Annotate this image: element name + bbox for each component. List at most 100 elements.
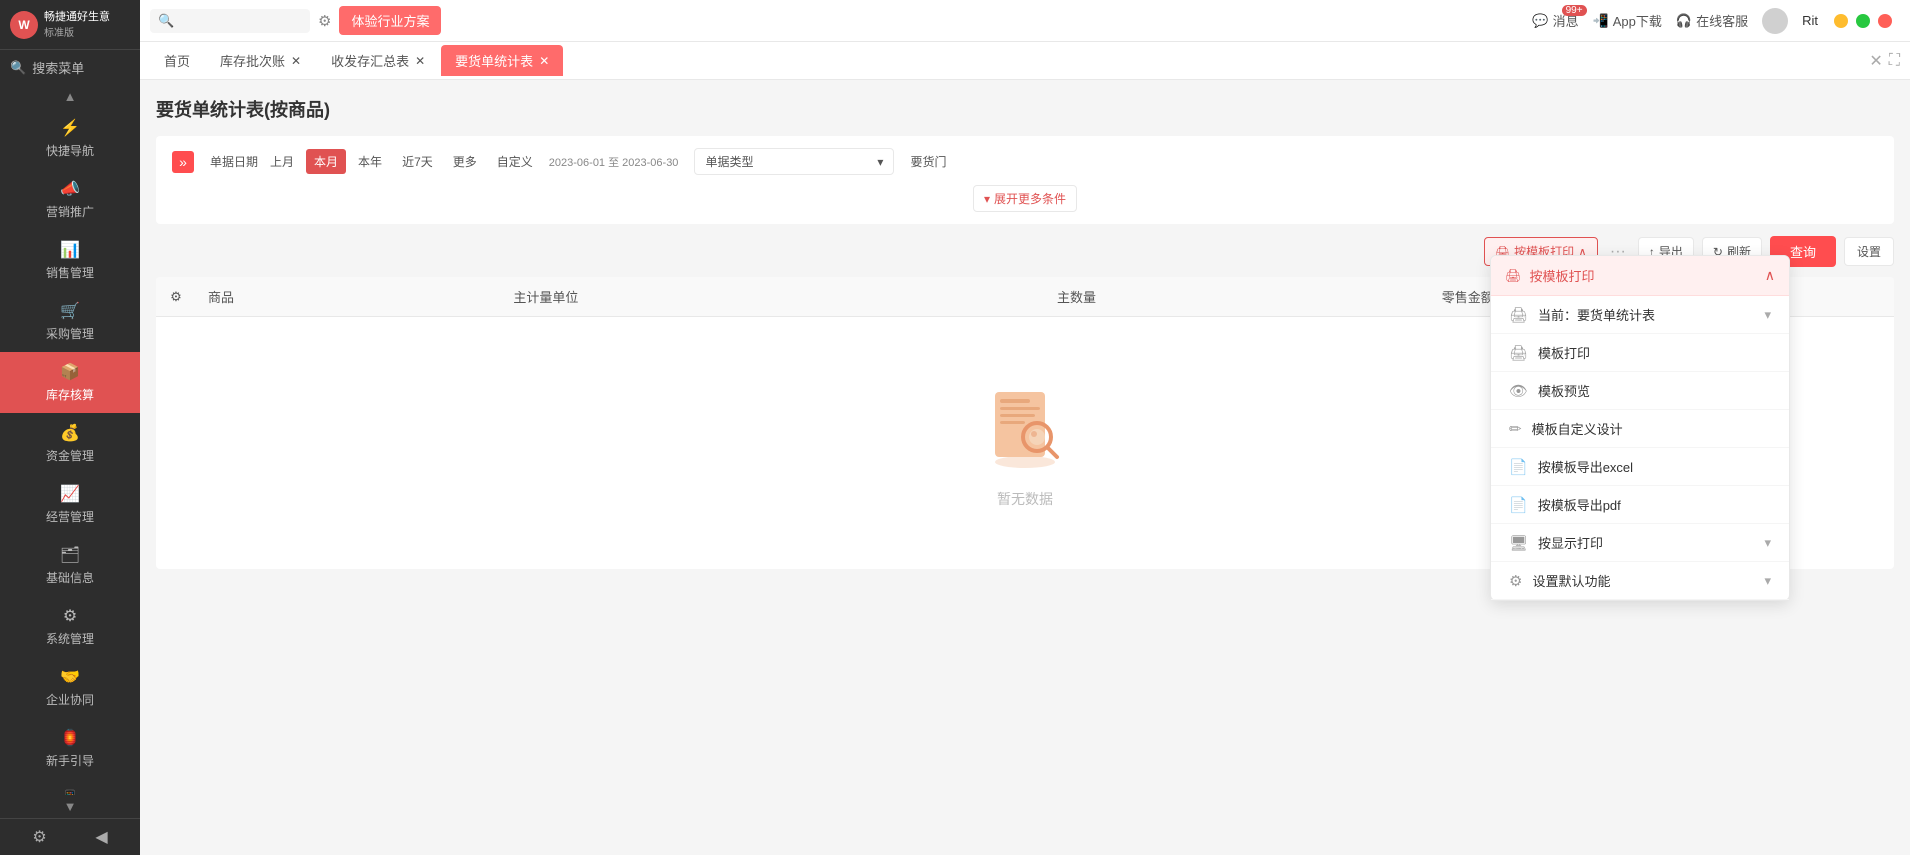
print-dropdown-item-template-design[interactable]: ✏ 模板自定义设计	[1491, 410, 1789, 448]
user-avatar[interactable]	[1762, 8, 1788, 34]
tab-label: 库存批次账	[220, 51, 285, 70]
print-dropdown-default-func[interactable]: ⚙ 设置默认功能 ▾	[1491, 562, 1789, 600]
maximize-btn[interactable]: □	[1856, 14, 1870, 28]
print-dropdown-header-right: ∧	[1765, 267, 1775, 284]
tab-close-icon[interactable]: ✕	[415, 54, 425, 68]
export-excel-label: 按模板导出excel	[1538, 457, 1633, 476]
sidebar-item-inventory[interactable]: 📦 库存核算	[0, 352, 140, 413]
close-btn[interactable]: ✕	[1878, 14, 1892, 28]
topbar-gear-icon[interactable]: ⚙	[318, 12, 331, 30]
sales-icon: 📊	[60, 240, 80, 260]
settings-footer-icon[interactable]: ⚙	[32, 827, 46, 847]
sidebar-item-apps[interactable]: 📱 应用中心	[0, 779, 140, 795]
print-dropdown-current[interactable]: 🖨 当前：要货单统计表 ▾	[1491, 296, 1789, 334]
sidebar-item-enterprise[interactable]: 🤝 企业协同	[0, 657, 140, 718]
sidebar-item-sales[interactable]: 📊 销售管理	[0, 230, 140, 291]
sidebar-item-purchase[interactable]: 🛒 采购管理	[0, 291, 140, 352]
doc-type-arrow: ▾	[877, 155, 883, 169]
sidebar-item-quick-nav[interactable]: ⚡ 快捷导航	[0, 108, 140, 169]
sidebar-item-finance[interactable]: 💰 资金管理	[0, 413, 140, 474]
minimize-btn[interactable]: —	[1834, 14, 1848, 28]
sidebar-scroll-up[interactable]: ▲	[0, 85, 140, 108]
date-btn-7days[interactable]: 近7天	[394, 149, 441, 174]
sidebar-item-label: 采购管理	[46, 325, 94, 342]
sidebar-nav: ⚡ 快捷导航 📣 营销推广 📊 销售管理 🛒 采购管理 📦 库存核算 💰 资金管…	[0, 108, 140, 795]
service-icon: 🎧	[1676, 13, 1692, 29]
print-dropdown-item-template-preview[interactable]: 👁 模板预览	[1491, 372, 1789, 410]
app-download-action[interactable]: 📲 App下载	[1593, 11, 1662, 30]
search-label: 搜索菜单	[32, 58, 84, 77]
app-download-icon: 📲	[1593, 13, 1609, 29]
operations-icon: 📈	[60, 484, 80, 504]
col-qty: 主数量	[1045, 277, 1430, 317]
message-icon: 💬	[1532, 13, 1548, 29]
search-input[interactable]	[178, 14, 278, 28]
tab-inventory-batch[interactable]: 库存批次账 ✕	[206, 45, 315, 76]
print-dropdown-item-template-print[interactable]: 🖨 模板打印	[1491, 334, 1789, 372]
print-dropdown-item-export-excel[interactable]: 📄 按模板导出excel	[1491, 448, 1789, 486]
display-print-arrow: ▾	[1764, 535, 1771, 551]
doc-type-filter[interactable]: 单据类型 ▾	[694, 148, 894, 175]
col-product-label: 商品	[208, 290, 234, 305]
expand-more-conditions-btn[interactable]: ▾ 展开更多条件	[973, 185, 1077, 212]
sidebar-item-guide[interactable]: 🏮 新手引导	[0, 718, 140, 779]
date-btn-current-year[interactable]: 本年	[350, 149, 390, 174]
marketing-icon: 📣	[60, 179, 80, 199]
sidebar-item-label: 销售管理	[46, 264, 94, 281]
message-action[interactable]: 💬 消息 99+	[1532, 11, 1578, 30]
sidebar-item-operations[interactable]: 📈 经营管理	[0, 474, 140, 535]
sidebar-item-marketing[interactable]: 📣 营销推广	[0, 169, 140, 230]
topbar: 🔍 ⚙ 体验行业方案 💬 消息 99+ 📲 App下载 🎧 在线客服 Rit	[140, 0, 1910, 42]
topbar-search-box[interactable]: 🔍	[150, 9, 310, 33]
gear-icon[interactable]: ⚙	[170, 289, 182, 304]
app-badge: 标准版	[44, 24, 110, 39]
sidebar-item-system[interactable]: ⚙ 系统管理	[0, 596, 140, 657]
tab-order-stats[interactable]: 要货单统计表 ✕	[441, 45, 563, 76]
collapse-icon[interactable]: ◀	[95, 827, 107, 847]
col-amount-label: 零售金额	[1442, 290, 1494, 305]
tab-receivable-summary[interactable]: 收发存汇总表 ✕	[317, 45, 439, 76]
print-dropdown-chevron[interactable]: ∧	[1765, 267, 1775, 284]
page-content: 要货单统计表(按商品) » 单据日期 上月 本月 本年 近7天 更多 自定义 2…	[140, 80, 1910, 855]
sidebar-item-label: 快捷导航	[46, 142, 94, 159]
date-btn-prev-month[interactable]: 上月	[262, 149, 302, 174]
date-btn-custom[interactable]: 自定义	[489, 149, 541, 174]
tab-home-label: 首页	[164, 51, 190, 70]
logo-icon: W	[10, 11, 38, 39]
purchase-icon: 🛒	[60, 301, 80, 321]
col-unit-label: 主计量单位	[513, 290, 578, 305]
tab-close-window-btn[interactable]: ✕	[1869, 51, 1882, 71]
date-btn-current-month[interactable]: 本月	[306, 149, 346, 174]
tab-close-icon[interactable]: ✕	[539, 54, 549, 68]
message-badge: 99+	[1562, 5, 1587, 16]
finance-icon: 💰	[60, 423, 80, 443]
date-btn-more[interactable]: 更多	[445, 149, 485, 174]
col-product: 商品	[196, 277, 501, 317]
export-pdf-icon: 📄	[1509, 496, 1528, 514]
display-print-label: 按显示打印	[1538, 533, 1603, 552]
settings-btn[interactable]: 设置	[1844, 237, 1894, 266]
print-dropdown-item-export-pdf[interactable]: 📄 按模板导出pdf	[1491, 486, 1789, 524]
industry-btn[interactable]: 体验行业方案	[339, 6, 441, 35]
online-service-action[interactable]: 🎧 在线客服	[1676, 11, 1748, 30]
category-label: 要货门	[910, 153, 946, 170]
sidebar-item-basics[interactable]: 🗂 基础信息	[0, 535, 140, 596]
sidebar-search[interactable]: 🔍 搜索菜单	[0, 50, 140, 85]
print-dropdown-display-print[interactable]: 🖥 按显示打印 ▾	[1491, 524, 1789, 562]
filter-expand-toggle[interactable]: »	[172, 151, 194, 173]
basics-icon: 🗂	[60, 545, 80, 565]
current-template-icon: 🖨	[1509, 306, 1528, 324]
app-name: 畅捷通好生意	[44, 10, 110, 24]
tab-expand-btn[interactable]: ⛶	[1889, 52, 1900, 70]
print-dropdown-title: 按模板打印	[1530, 266, 1595, 285]
tab-home[interactable]: 首页	[150, 45, 204, 76]
tab-bar: 首页 库存批次账 ✕ 收发存汇总表 ✕ 要货单统计表 ✕ ✕ ⛶	[140, 42, 1910, 80]
sidebar-scroll-down[interactable]: ▼	[0, 795, 140, 818]
default-func-icon: ⚙	[1509, 572, 1522, 590]
tab-close-icon[interactable]: ✕	[291, 54, 301, 68]
system-icon: ⚙	[63, 606, 77, 626]
expand-icon: ▾	[984, 192, 990, 206]
window-controls: — □ ✕	[1826, 14, 1900, 28]
col-gear[interactable]: ⚙	[156, 277, 196, 317]
user-name: Rit	[1802, 13, 1818, 28]
